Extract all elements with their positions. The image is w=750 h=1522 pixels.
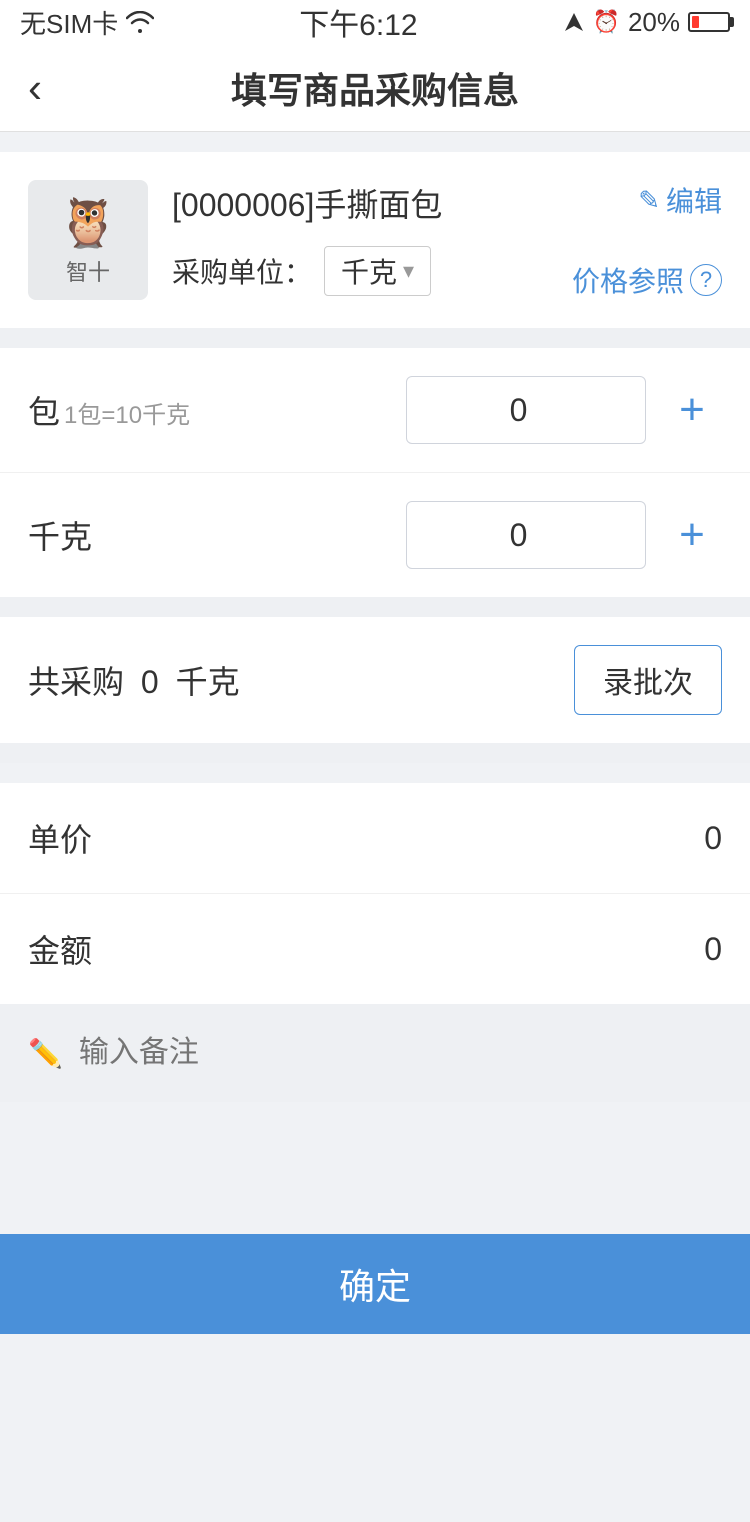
alarm-icon: ⏰ [593,9,620,35]
battery-percent: 20% [628,7,680,38]
location-icon [563,11,585,33]
product-edit-button[interactable]: ✎ 编辑 [638,180,722,220]
summary-text: 共采购 0 千克 [28,657,240,703]
carrier-label: 无SIM卡 [20,4,118,41]
kg-plus-button[interactable]: + [662,505,722,565]
unit-select[interactable]: 千克 ▾ [324,246,431,296]
summary-value: 0 [141,664,159,700]
price-ref-icon: ? [690,264,722,296]
page-title: 填写商品采购信息 [231,62,519,114]
kg-label: 千克 [28,512,108,558]
amount-value: 0 [704,931,722,968]
unit-value: 千克 [341,251,397,291]
package-sublabel: 1包=10千克 [64,402,190,429]
package-field-wrap: + [210,376,722,444]
package-row: 包1包=10千克 + [0,348,750,473]
pencil-icon: ✏️ [28,1037,63,1070]
remark-input[interactable] [79,1036,722,1070]
unit-price-label: 单价 [28,815,92,861]
wifi-icon [126,11,154,33]
unit-prefix-label: 采购单位： [172,251,312,291]
status-time: 下午6:12 [299,0,417,44]
remark-section: ✏️ [0,1004,750,1102]
status-left: 无SIM卡 [20,4,154,41]
amount-row: 金额 0 [0,894,750,1004]
amount-label: 金额 [28,926,92,972]
package-input[interactable] [406,376,646,444]
status-bar: 无SIM卡 下午6:12 ⏰ 20% [0,0,750,44]
divider-3 [0,743,750,763]
divider-2 [0,597,750,617]
product-card: 🦉 智十 [0000006]手撕面包 采购单位： 千克 ▾ ✎ 编辑 价格参照 … [0,152,750,328]
package-label: 包1包=10千克 [28,387,190,433]
back-button[interactable]: ‹ [28,64,42,112]
nav-bar: ‹ 填写商品采购信息 [0,44,750,132]
product-owl-icon: 🦉 [58,194,118,251]
product-brand: 智十 [66,255,110,287]
status-right: ⏰ 20% [563,7,730,38]
kg-field-wrap: + [128,501,722,569]
quantity-section: 包1包=10千克 + 千克 + [0,348,750,597]
unit-price-row: 单价 0 [0,783,750,894]
batch-button[interactable]: 录批次 [574,645,722,715]
price-section: 单价 0 金额 0 [0,783,750,1004]
package-plus-button[interactable]: + [662,380,722,440]
summary-row: 共采购 0 千克 录批次 [0,617,750,743]
product-image: 🦉 智十 [28,180,148,300]
confirm-label: 确定 [339,1258,411,1310]
confirm-bar[interactable]: 确定 [0,1234,750,1334]
edit-icon: ✎ [638,185,660,216]
kg-input[interactable] [406,501,646,569]
price-ref-button[interactable]: 价格参照 ? [572,260,722,300]
price-ref-label: 价格参照 [572,260,684,300]
unit-chevron-icon: ▾ [403,258,414,284]
battery-icon [688,12,730,32]
unit-price-value: 0 [704,820,722,857]
edit-label: 编辑 [666,180,722,220]
kg-row: 千克 + [0,473,750,597]
divider-1 [0,328,750,348]
